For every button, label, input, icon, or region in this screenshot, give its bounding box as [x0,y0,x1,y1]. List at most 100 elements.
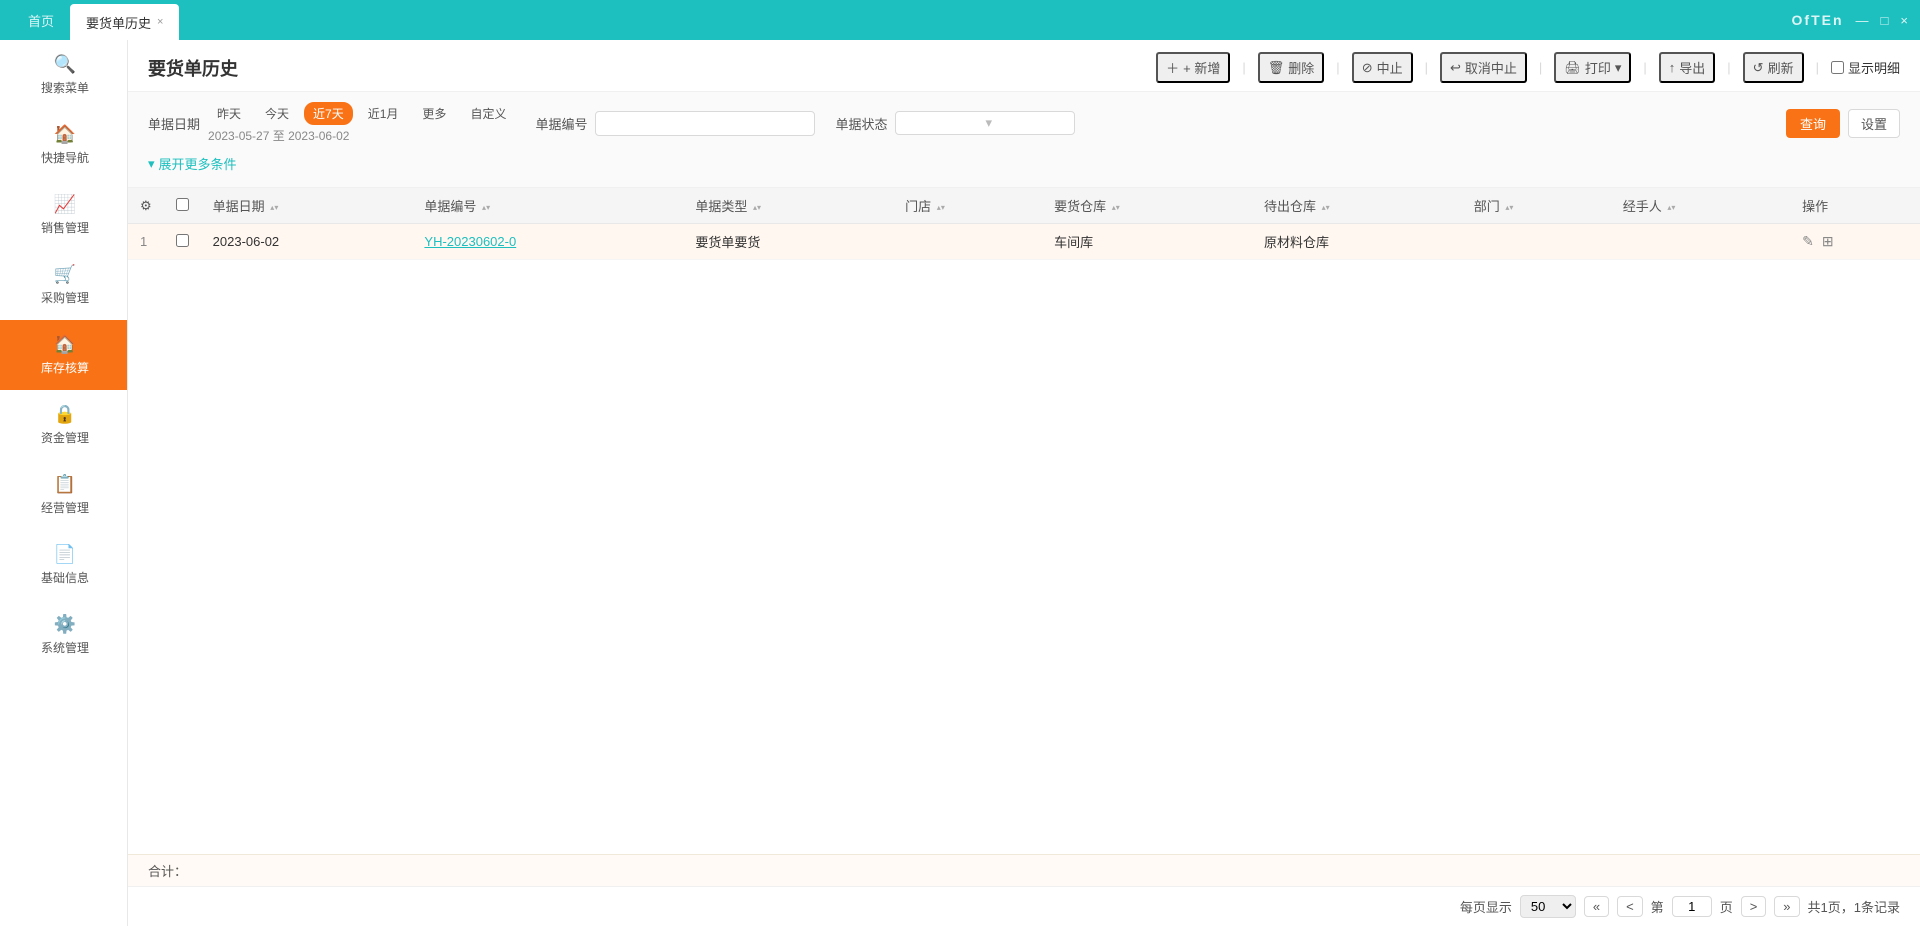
print-button[interactable]: 🖨 打印 ▾ [1554,52,1631,83]
display-detail-checkbox[interactable] [1831,61,1844,74]
table-area: ⚙ 单据日期 ▴▾ 单据编号 ▴▾ [128,188,1920,854]
sidebar-item-finance[interactable]: 🔒 资金管理 [0,390,127,460]
col-date[interactable]: 单据日期 ▴▾ [201,188,413,224]
row-handler [1611,224,1790,260]
tab-close-icon[interactable]: × [157,16,163,28]
date-filter-group: 单据日期 昨天 今天 近7天 近1月 更多 自定义 2 [148,102,515,144]
prev-page-button[interactable]: < [1617,896,1643,917]
row-delete-icon[interactable]: ⊞ [1822,233,1834,250]
col-department[interactable]: 部门 ▴▾ [1462,188,1611,224]
sidebar: 🔍 搜索菜单 🏠 快捷导航 📈 销售管理 🛒 采购管理 🏠 库存核算 🔒 [0,40,128,926]
col-to-warehouse-label: 待出仓库 [1264,199,1316,214]
display-detail-toggle[interactable]: 显示明细 [1831,58,1900,77]
cart-icon: 🛒 [54,264,76,285]
row-order-no: YH-20230602-0 [412,224,683,260]
select-all-checkbox[interactable] [176,198,189,211]
row-action-cell: ✎ ⊞ [1790,224,1920,260]
data-table: ⚙ 单据日期 ▴▾ 单据编号 ▴▾ [128,188,1920,260]
row-edit-icon[interactable]: ✎ [1802,233,1814,250]
tab-home[interactable]: 首页 [12,0,70,40]
window-minimize-icon[interactable]: — [1856,13,1869,28]
first-page-button[interactable]: « [1584,896,1609,917]
sort-fromwh-icon: ▴▾ [1112,203,1120,212]
sort-towh-icon: ▴▾ [1322,203,1330,212]
stop-button[interactable]: ⊘ 中止 [1352,52,1413,83]
delete-button[interactable]: 🗑 删除 [1258,52,1325,83]
query-button[interactable]: 查询 [1786,109,1840,138]
order-no-filter-group: 单据编号 [535,111,815,136]
cancel-stop-label: 取消中止 [1465,58,1517,77]
clipboard-icon: 📋 [54,474,76,495]
window-close-icon[interactable]: × [1900,13,1908,28]
delete-icon: 🗑 [1268,60,1285,76]
window-maximize-icon[interactable]: □ [1881,13,1889,28]
page-suffix: 页 [1720,897,1733,916]
table-body: 1 2023-06-02 YH-20230602-0 要货单要货 [128,224,1920,260]
toolbar: ＋ + 新增 | 🗑 删除 | ⊘ 中止 | [1156,52,1900,83]
new-label: + 新增 [1183,58,1220,77]
print-icon: 🖨 [1564,60,1581,76]
filter-row-1: 单据日期 昨天 今天 近7天 近1月 更多 自定义 2 [148,102,1900,144]
sidebar-item-sales[interactable]: 📈 销售管理 [0,180,127,250]
refresh-icon: ↺ [1753,60,1764,76]
summary-label: 合计： [148,861,187,880]
new-button[interactable]: ＋ + 新增 [1156,52,1230,83]
status-select[interactable]: ▾ [895,111,1075,135]
sep6: | [1727,60,1730,75]
sep1: | [1242,60,1245,75]
tab-history[interactable]: 要货单历史 × [70,4,179,40]
main-area: 🔍 搜索菜单 🏠 快捷导航 📈 销售管理 🛒 采购管理 🏠 库存核算 🔒 [0,40,1920,926]
row-num: 1 [128,224,164,260]
col-handler-label: 经手人 [1623,199,1662,214]
page-size-select[interactable]: 20 50 100 [1520,895,1576,918]
date-btn-more[interactable]: 更多 [413,102,455,125]
col-handler[interactable]: 经手人 ▴▾ [1611,188,1790,224]
date-filter-label: 单据日期 [148,114,200,133]
sort-type-icon: ▴▾ [753,203,761,212]
cancel-stop-icon: ↩ [1450,60,1461,76]
sidebar-item-search[interactable]: 🔍 搜索菜单 [0,40,127,110]
col-from-warehouse[interactable]: 要货仓库 ▴▾ [1042,188,1252,224]
sidebar-item-inventory[interactable]: 🏠 库存核算 [0,320,127,390]
date-btn-yesterday[interactable]: 昨天 [208,102,250,125]
row-department [1462,224,1611,260]
col-settings[interactable]: ⚙ [128,188,164,224]
col-to-warehouse[interactable]: 待出仓库 ▴▾ [1252,188,1462,224]
refresh-button[interactable]: ↺ 刷新 [1743,52,1804,83]
tab-history-label: 要货单历史 [86,13,151,32]
sidebar-item-operations[interactable]: 📋 经营管理 [0,460,127,530]
sidebar-item-base-info[interactable]: 📄 基础信息 [0,530,127,600]
date-btn-custom[interactable]: 自定义 [461,102,515,125]
page-number-input[interactable] [1672,896,1712,917]
row-checkbox[interactable] [176,234,189,247]
cancel-stop-button[interactable]: ↩ 取消中止 [1440,52,1527,83]
col-checkbox [164,188,201,224]
last-page-button[interactable]: » [1774,896,1799,917]
col-order-no[interactable]: 单据编号 ▴▾ [412,188,683,224]
row-actions: ✎ ⊞ [1802,233,1908,250]
row-order-no-link[interactable]: YH-20230602-0 [424,234,516,249]
sidebar-item-purchase[interactable]: 🛒 采购管理 [0,250,127,320]
page-content: 要货单历史 ＋ + 新增 | 🗑 删除 | ⊘ [128,40,1920,926]
tab-bar: 首页 要货单历史 × [12,0,179,40]
row-type: 要货单要货 [683,224,893,260]
date-btn-7days[interactable]: 近7天 [304,102,353,125]
delete-label: 删除 [1288,58,1314,77]
stop-icon: ⊘ [1362,60,1373,76]
sep3: | [1425,60,1428,75]
export-button[interactable]: ↑ 导出 [1659,52,1716,83]
date-btn-today[interactable]: 今天 [256,102,298,125]
table-row: 1 2023-06-02 YH-20230602-0 要货单要货 [128,224,1920,260]
sidebar-item-quick-nav[interactable]: 🏠 快捷导航 [0,110,127,180]
col-from-warehouse-label: 要货仓库 [1054,199,1106,214]
col-store[interactable]: 门店 ▴▾ [893,188,1042,224]
order-no-input[interactable] [595,111,815,136]
expand-filter-button[interactable]: ▾ 展开更多条件 [148,150,1900,177]
sidebar-item-system[interactable]: ⚙️ 系统管理 [0,600,127,670]
gear-icon: ⚙️ [54,614,76,635]
next-page-button[interactable]: > [1741,896,1767,917]
col-type[interactable]: 单据类型 ▴▾ [683,188,893,224]
settings-button[interactable]: 设置 [1848,109,1900,138]
inventory-icon: 🏠 [54,334,76,355]
date-btn-1month[interactable]: 近1月 [359,102,408,125]
